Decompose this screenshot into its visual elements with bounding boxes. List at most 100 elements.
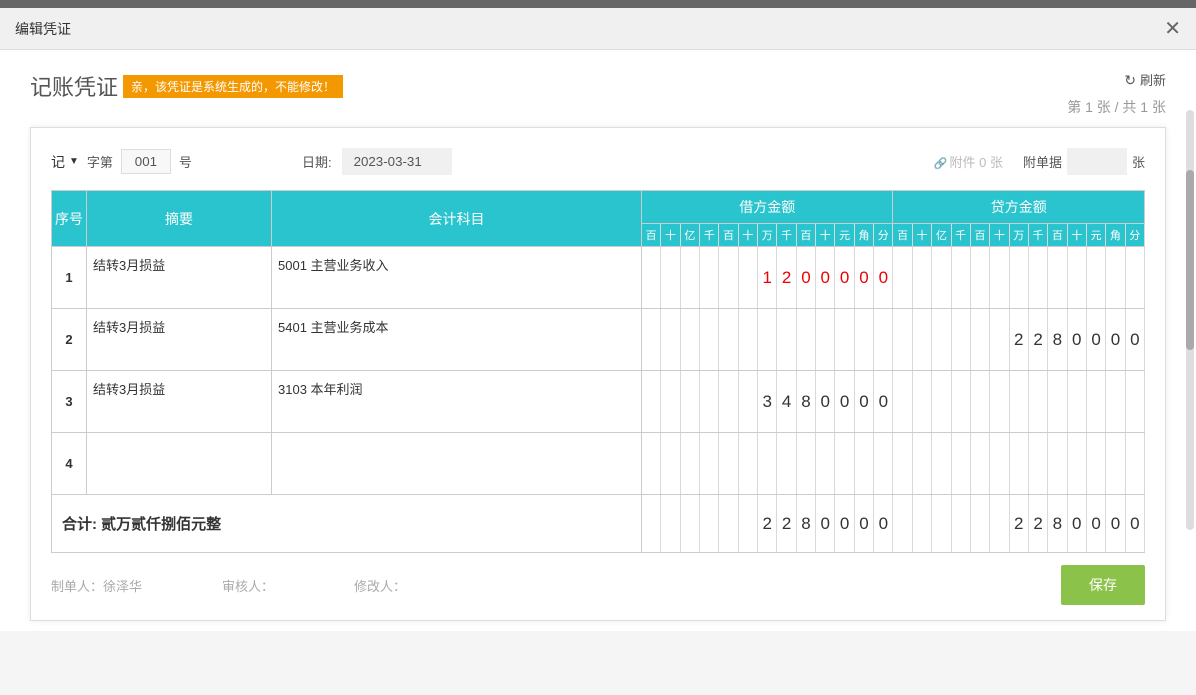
digit-cell[interactable] (661, 433, 680, 495)
digit-cell[interactable]: 1 (758, 247, 777, 309)
digit-cell[interactable] (719, 247, 738, 309)
digit-cell[interactable] (990, 247, 1009, 309)
digit-cell[interactable] (1086, 433, 1105, 495)
digit-cell[interactable] (1067, 371, 1086, 433)
digit-cell[interactable] (758, 433, 777, 495)
digit-cell[interactable] (738, 371, 757, 433)
digit-cell[interactable]: 0 (874, 371, 893, 433)
digit-cell[interactable]: 0 (854, 247, 873, 309)
digit-cell[interactable] (970, 247, 989, 309)
digit-cell[interactable] (893, 371, 912, 433)
digit-cell[interactable]: 0 (854, 371, 873, 433)
digit-cell[interactable] (738, 495, 757, 553)
digit-cell[interactable] (1009, 371, 1028, 433)
digit-cell[interactable] (777, 309, 796, 371)
subject-cell[interactable] (272, 433, 642, 495)
digit-cell[interactable]: 0 (835, 371, 854, 433)
digit-cell[interactable]: 8 (796, 495, 815, 553)
scrollbar-thumb[interactable] (1186, 170, 1194, 350)
close-icon[interactable]: ✕ (1164, 16, 1181, 41)
digit-cell[interactable] (719, 309, 738, 371)
digit-cell[interactable] (1048, 247, 1067, 309)
digit-cell[interactable] (1048, 371, 1067, 433)
digit-cell[interactable] (1067, 433, 1086, 495)
digit-cell[interactable] (951, 433, 970, 495)
summary-cell[interactable]: 结转3月损益 (87, 247, 272, 309)
digit-cell[interactable] (661, 309, 680, 371)
summary-cell[interactable]: 结转3月损益 (87, 309, 272, 371)
digit-cell[interactable] (854, 433, 873, 495)
digit-cell[interactable] (835, 433, 854, 495)
subject-cell[interactable]: 5001 主营业务收入 (272, 247, 642, 309)
digit-cell[interactable] (912, 433, 931, 495)
digit-cell[interactable] (854, 309, 873, 371)
digit-cell[interactable]: 0 (1125, 495, 1144, 553)
digit-cell[interactable] (642, 309, 661, 371)
digit-cell[interactable] (680, 309, 699, 371)
digit-cell[interactable] (990, 495, 1009, 553)
digit-cell[interactable] (738, 433, 757, 495)
digit-cell[interactable] (738, 309, 757, 371)
digit-cell[interactable] (990, 433, 1009, 495)
digit-cell[interactable] (951, 371, 970, 433)
fudan-input[interactable] (1067, 148, 1127, 175)
digit-cell[interactable] (1028, 247, 1047, 309)
digit-cell[interactable] (680, 247, 699, 309)
digit-cell[interactable] (970, 495, 989, 553)
digit-cell[interactable] (1067, 247, 1086, 309)
digit-cell[interactable]: 2 (1028, 495, 1047, 553)
digit-cell[interactable] (932, 309, 951, 371)
digit-cell[interactable]: 3 (758, 371, 777, 433)
digit-cell[interactable] (893, 309, 912, 371)
digit-cell[interactable] (642, 433, 661, 495)
digit-cell[interactable]: 0 (816, 247, 835, 309)
digit-cell[interactable] (893, 495, 912, 553)
digit-cell[interactable] (912, 247, 931, 309)
digit-cell[interactable]: 0 (1067, 495, 1086, 553)
digit-cell[interactable] (970, 433, 989, 495)
digit-cell[interactable] (951, 495, 970, 553)
digit-cell[interactable] (912, 371, 931, 433)
save-button[interactable]: 保存 (1061, 565, 1145, 605)
digit-cell[interactable]: 0 (1086, 309, 1105, 371)
digit-cell[interactable] (893, 433, 912, 495)
digit-cell[interactable] (777, 433, 796, 495)
digit-cell[interactable] (680, 371, 699, 433)
digit-cell[interactable]: 0 (816, 495, 835, 553)
digit-cell[interactable]: 2 (777, 247, 796, 309)
digit-cell[interactable] (835, 309, 854, 371)
digit-cell[interactable] (680, 495, 699, 553)
summary-cell[interactable] (87, 433, 272, 495)
digit-cell[interactable] (1086, 247, 1105, 309)
digit-cell[interactable] (816, 433, 835, 495)
digit-cell[interactable] (700, 495, 719, 553)
digit-cell[interactable] (719, 495, 738, 553)
digit-cell[interactable] (1028, 433, 1047, 495)
digit-cell[interactable]: 0 (1125, 309, 1144, 371)
digit-cell[interactable] (816, 309, 835, 371)
digit-cell[interactable]: 0 (1106, 309, 1125, 371)
digit-cell[interactable] (1028, 371, 1047, 433)
digit-cell[interactable] (1125, 433, 1144, 495)
digit-cell[interactable] (738, 247, 757, 309)
attachments-link[interactable]: 附件 0 张 (934, 152, 1003, 171)
digit-cell[interactable]: 0 (1086, 495, 1105, 553)
digit-cell[interactable] (661, 495, 680, 553)
digit-cell[interactable] (719, 433, 738, 495)
digit-cell[interactable] (700, 371, 719, 433)
digit-cell[interactable] (661, 371, 680, 433)
digit-cell[interactable] (758, 309, 777, 371)
digit-cell[interactable] (874, 433, 893, 495)
digit-cell[interactable] (951, 309, 970, 371)
digit-cell[interactable]: 0 (874, 495, 893, 553)
voucher-number-input[interactable] (121, 149, 171, 174)
subject-cell[interactable]: 3103 本年利润 (272, 371, 642, 433)
digit-cell[interactable] (1106, 247, 1125, 309)
digit-cell[interactable] (1106, 433, 1125, 495)
digit-cell[interactable]: 2 (758, 495, 777, 553)
digit-cell[interactable] (970, 371, 989, 433)
digit-cell[interactable]: 2 (1009, 495, 1028, 553)
digit-cell[interactable] (642, 371, 661, 433)
summary-cell[interactable]: 结转3月损益 (87, 371, 272, 433)
digit-cell[interactable]: 8 (1048, 309, 1067, 371)
